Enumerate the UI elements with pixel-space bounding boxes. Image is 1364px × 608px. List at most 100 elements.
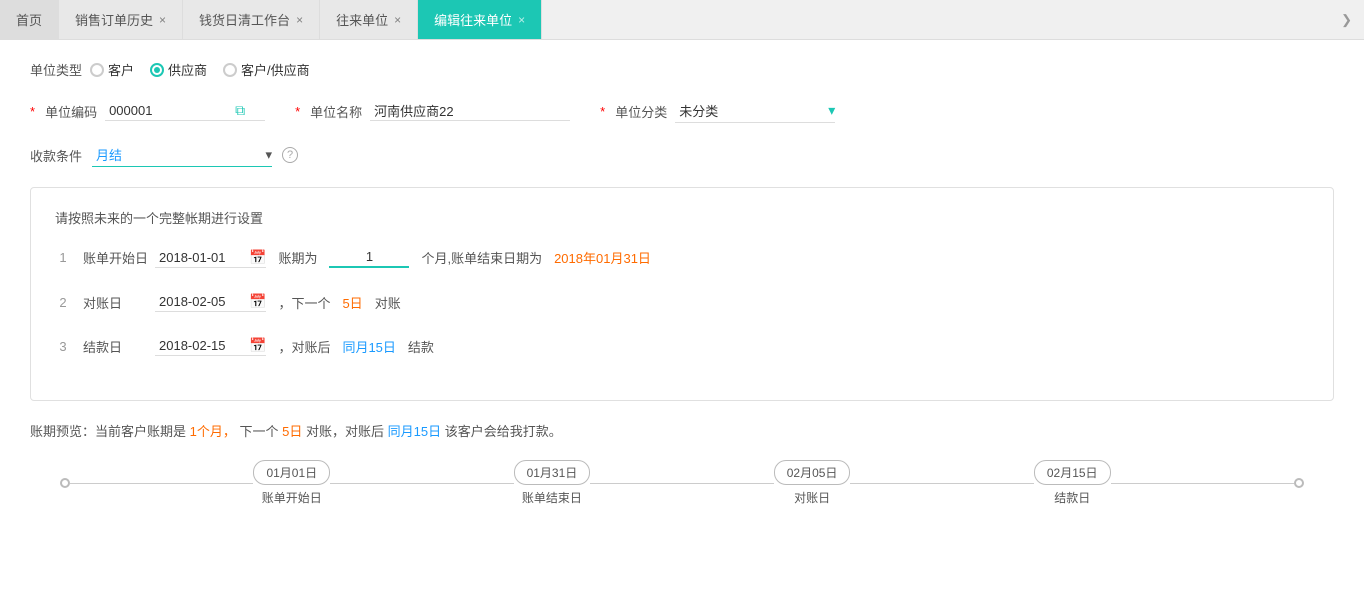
end-date-highlight: 2018年01月31日 bbox=[554, 248, 651, 267]
period-input[interactable] bbox=[329, 247, 409, 268]
radio-customer-supplier-circle bbox=[223, 63, 237, 77]
radio-group: 客户 供应商 客户/供应商 bbox=[90, 60, 310, 79]
payment-condition-row: 收款条件 月结 ▾ ? bbox=[30, 143, 1334, 167]
preview-date-orange: 5日 bbox=[282, 424, 302, 439]
tab-home[interactable]: 首页 bbox=[0, 0, 59, 39]
radio-customer[interactable]: 客户 bbox=[90, 60, 134, 79]
settlement-desc-prefix: ，对账后 bbox=[278, 337, 330, 356]
unit-type-label: 单位类型 bbox=[30, 60, 82, 79]
preview-middle: 下一个 bbox=[240, 424, 279, 439]
reconcile-desc-suffix: 对账 bbox=[375, 293, 401, 312]
radio-supplier-circle bbox=[150, 63, 164, 77]
row-label-1: 账单开始日 bbox=[83, 248, 143, 267]
start-date-input-wrapper: 📅 bbox=[155, 248, 266, 268]
unit-code-star: * bbox=[30, 104, 35, 119]
unit-name-label: 单位名称 bbox=[310, 102, 362, 121]
reconcile-day-highlight: 5日 bbox=[342, 293, 362, 312]
radio-supplier-label: 供应商 bbox=[168, 60, 207, 79]
reconcile-date-input-wrapper: 📅 bbox=[155, 292, 266, 312]
unit-name-star: * bbox=[295, 104, 300, 119]
tab-home-label: 首页 bbox=[16, 10, 42, 29]
tab-expand-icon[interactable]: ❯ bbox=[1329, 0, 1364, 39]
timeline-line-3 bbox=[590, 483, 773, 484]
row-label-2: 对账日 bbox=[83, 293, 143, 312]
timeline-label-3: 对账日 bbox=[794, 489, 830, 506]
start-date-input[interactable] bbox=[155, 248, 245, 267]
payment-condition-value: 月结 bbox=[92, 143, 265, 166]
unit-code-input[interactable] bbox=[105, 101, 235, 120]
main-content: 单位类型 客户 供应商 客户/供应商 * 单位编码 bbox=[0, 40, 1364, 608]
timeline-line-1 bbox=[70, 483, 253, 484]
start-date-calendar-icon[interactable]: 📅 bbox=[249, 249, 266, 266]
setting-row-2: 2 对账日 📅 ，下一个 5日 对账 bbox=[55, 292, 1309, 312]
unit-code-group: * 单位编码 ⧉ bbox=[30, 101, 265, 121]
timeline-right-dot bbox=[1294, 478, 1304, 488]
preview-months: 1个月， bbox=[190, 424, 236, 439]
unit-category-dropdown-icon[interactable]: ▾ bbox=[828, 102, 835, 119]
timeline-node-1: 01月01日 账单开始日 bbox=[253, 460, 330, 506]
unit-category-star: * bbox=[600, 104, 605, 119]
copy-icon[interactable]: ⧉ bbox=[235, 102, 245, 119]
close-tab-edit-partner[interactable]: × bbox=[518, 13, 525, 27]
radio-customer-supplier[interactable]: 客户/供应商 bbox=[223, 60, 310, 79]
unit-category-label: 单位分类 bbox=[615, 102, 667, 121]
timeline: 01月01日 账单开始日 01月31日 账单结束日 02月05日 对账日 02月… bbox=[30, 460, 1334, 506]
tab-cashflow-label: 钱货日清工作台 bbox=[199, 10, 290, 29]
reconcile-date-calendar-icon[interactable]: 📅 bbox=[249, 293, 266, 310]
payment-dropdown-icon[interactable]: ▾ bbox=[265, 147, 272, 163]
tab-sales-history-label: 销售订单历史 bbox=[75, 10, 153, 29]
preview-text: 账期预览：当前客户账期是 1个月， 下一个 5日 对账，对账后 同月15日 该客… bbox=[30, 421, 1334, 440]
row-num-3: 3 bbox=[55, 339, 71, 354]
setting-row-3: 3 结款日 📅 ，对账后 同月15日 结款 bbox=[55, 336, 1309, 356]
timeline-bubble-3: 02月05日 bbox=[774, 460, 851, 485]
payment-condition-select[interactable]: 月结 ▾ bbox=[92, 143, 272, 167]
radio-customer-supplier-label: 客户/供应商 bbox=[241, 60, 310, 79]
settlement-date-input-wrapper: 📅 bbox=[155, 336, 266, 356]
unit-type-group: 单位类型 客户 供应商 客户/供应商 bbox=[30, 60, 310, 79]
settings-title: 请按照未来的一个完整帐期进行设置 bbox=[55, 208, 1309, 227]
settlement-date-input[interactable] bbox=[155, 336, 245, 355]
close-tab-sales-history[interactable]: × bbox=[159, 13, 166, 27]
settlement-date-calendar-icon[interactable]: 📅 bbox=[249, 337, 266, 354]
payment-condition-label: 收款条件 bbox=[30, 146, 82, 165]
tab-sales-history[interactable]: 销售订单历史 × bbox=[59, 0, 183, 39]
settlement-desc-suffix: 结款 bbox=[408, 337, 434, 356]
preview-reconcile: 对账，对账后 bbox=[306, 424, 384, 439]
timeline-node-2: 01月31日 账单结束日 bbox=[514, 460, 591, 506]
period-desc-prefix: 账期为 bbox=[278, 248, 317, 267]
unit-info-row: * 单位编码 ⧉ * 单位名称 * 单位分类 未分类 ▾ bbox=[30, 99, 1334, 123]
period-desc-suffix: 个月,账单结束日期为 bbox=[421, 248, 542, 267]
preview-suffix: 该客户会给我打款。 bbox=[445, 424, 562, 439]
unit-code-label: 单位编码 bbox=[45, 102, 97, 121]
timeline-label-4: 结款日 bbox=[1054, 489, 1090, 506]
reconcile-desc-prefix: ，下一个 bbox=[278, 293, 330, 312]
tab-edit-partner[interactable]: 编辑往来单位 × bbox=[418, 0, 542, 39]
setting-row-1: 1 账单开始日 📅 账期为 个月,账单结束日期为 2018年01月31日 bbox=[55, 247, 1309, 268]
timeline-label-1: 账单开始日 bbox=[262, 489, 322, 506]
unit-name-input[interactable] bbox=[370, 101, 570, 121]
unit-category-select[interactable]: 未分类 ▾ bbox=[675, 99, 835, 123]
tab-partners[interactable]: 往来单位 × bbox=[320, 0, 418, 39]
preview-prefix: 账期预览：当前客户账期是 bbox=[30, 424, 186, 439]
timeline-bubble-4: 02月15日 bbox=[1034, 460, 1111, 485]
timeline-line-4 bbox=[850, 483, 1033, 484]
radio-supplier[interactable]: 供应商 bbox=[150, 60, 207, 79]
timeline-line-2 bbox=[330, 483, 513, 484]
unit-category-group: * 单位分类 未分类 ▾ bbox=[600, 99, 835, 123]
tab-cashflow[interactable]: 钱货日清工作台 × bbox=[183, 0, 320, 39]
close-tab-partners[interactable]: × bbox=[394, 13, 401, 27]
timeline-label-2: 账单结束日 bbox=[522, 489, 582, 506]
timeline-left-dot bbox=[60, 478, 70, 488]
unit-name-group: * 单位名称 bbox=[295, 101, 570, 121]
timeline-line-5 bbox=[1111, 483, 1294, 484]
unit-code-input-wrapper: ⧉ bbox=[105, 101, 265, 121]
timeline-node-3: 02月05日 对账日 bbox=[774, 460, 851, 506]
close-tab-cashflow[interactable]: × bbox=[296, 13, 303, 27]
preview-section: 账期预览：当前客户账期是 1个月， 下一个 5日 对账，对账后 同月15日 该客… bbox=[30, 421, 1334, 506]
timeline-bubble-2: 01月31日 bbox=[514, 460, 591, 485]
settlement-day-highlight: 同月15日 bbox=[342, 337, 395, 356]
help-icon[interactable]: ? bbox=[282, 147, 298, 163]
reconcile-date-input[interactable] bbox=[155, 292, 245, 311]
unit-type-row: 单位类型 客户 供应商 客户/供应商 bbox=[30, 60, 1334, 79]
radio-customer-circle bbox=[90, 63, 104, 77]
